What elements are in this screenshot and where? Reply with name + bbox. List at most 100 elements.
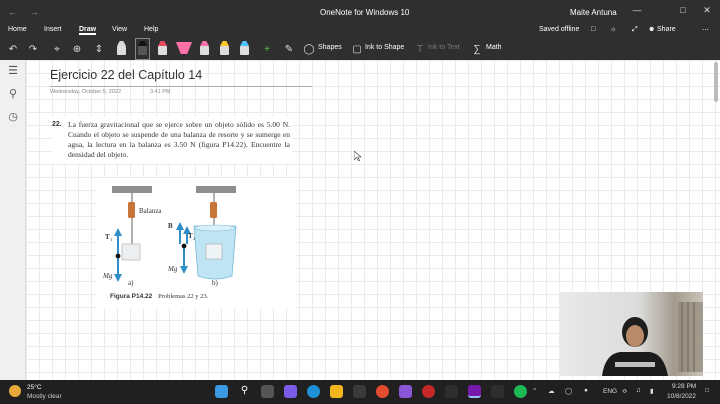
saved-status: Saved offline xyxy=(539,26,580,33)
page-title[interactable]: Ejercicio 22 del Capítulo 14 xyxy=(50,68,202,82)
block-a xyxy=(121,243,141,261)
spring-scale-a xyxy=(128,202,135,218)
tab-draw[interactable]: Draw xyxy=(79,26,97,35)
fullscreen-icon[interactable]: ⤢ xyxy=(632,26,638,34)
notification-icon[interactable]: □ xyxy=(705,387,709,394)
problem-number: 22. xyxy=(52,121,62,128)
weather-condition[interactable]: Mostly clear xyxy=(27,393,62,400)
label-b-force: B xyxy=(168,222,173,230)
chrome-icon[interactable] xyxy=(376,385,389,398)
file-explorer-icon[interactable] xyxy=(330,385,343,398)
start-icon[interactable] xyxy=(215,385,228,398)
math-icon[interactable]: ∑ xyxy=(470,42,484,56)
visual-studio-icon[interactable] xyxy=(399,385,412,398)
draw-toolbar: ↶ ↷ ⌖ ⊕ ⇕ + ✎ ◯ Shapes ▢ Ink to Shape T … xyxy=(0,38,720,60)
app-icon[interactable] xyxy=(445,385,458,398)
webcam-person-image xyxy=(602,302,703,376)
chat-icon[interactable] xyxy=(284,385,297,398)
pen-red[interactable] xyxy=(158,41,167,57)
maximize-icon[interactable]: □ xyxy=(676,5,690,19)
clock-date[interactable]: 10/8/2022 xyxy=(667,393,696,400)
minimize-icon[interactable]: — xyxy=(630,5,644,19)
lasso-select-icon[interactable]: ⌖ xyxy=(50,42,64,56)
physics-figure[interactable]: Balanza T 1 Mg a) B T 2 Mg b) Figura P14… xyxy=(96,178,296,308)
recent-notes-icon[interactable]: ◷ xyxy=(5,110,21,126)
show-hidden-icons-icon[interactable]: ⌃ xyxy=(532,387,537,395)
task-view-icon[interactable] xyxy=(261,385,274,398)
mouse-cursor-icon xyxy=(354,151,362,161)
label-mg-b: Mg xyxy=(167,265,178,273)
spotify-icon[interactable] xyxy=(514,385,527,398)
ribbon-tabs: Home Insert Draw View Help Saved offline… xyxy=(0,24,720,38)
redo-icon[interactable]: ↷ xyxy=(26,42,40,56)
forward-arrow-icon[interactable]: → xyxy=(30,7,39,17)
buoyancy-arrow xyxy=(176,222,184,230)
more-options-icon[interactable]: ⋯ xyxy=(702,26,709,34)
search-icon[interactable]: ⚲ xyxy=(238,385,251,398)
language-indicator[interactable]: ENG xyxy=(603,388,617,395)
lightbulb-icon[interactable]: ☼ xyxy=(610,26,616,33)
share-icon[interactable]: ☻ xyxy=(648,26,655,33)
title-underline xyxy=(50,86,312,87)
location-icon[interactable]: ● xyxy=(584,387,588,394)
chat-tray-icon[interactable]: ◯ xyxy=(565,387,572,395)
edge-icon[interactable] xyxy=(307,385,320,398)
battery-icon[interactable]: ▮ xyxy=(650,387,654,395)
vertical-scrollbar[interactable] xyxy=(714,62,718,102)
pen-gray[interactable] xyxy=(117,41,126,57)
label-t1-sub: 1 xyxy=(110,237,112,242)
page-time: 3:41 PM xyxy=(150,89,171,95)
search-icon[interactable]: ⚲ xyxy=(5,87,21,103)
pen-black[interactable] xyxy=(135,38,150,60)
back-arrow-icon[interactable]: ← xyxy=(8,7,17,17)
page-date: Wednesday, October 5, 2022 xyxy=(50,89,122,95)
problem-snippet[interactable]: 22. La fuerza gravitacional que se ejerc… xyxy=(52,117,292,163)
wifi-icon[interactable]: ≎ xyxy=(622,387,627,395)
clock-time[interactable]: 9:28 PM xyxy=(672,383,696,390)
ink-to-shape-button[interactable]: Ink to Shape xyxy=(365,44,404,51)
title-bar: ← → OneNote for Windows 10 Maite Antuna … xyxy=(0,0,720,24)
pen-blue[interactable] xyxy=(240,41,249,57)
close-icon[interactable]: ✕ xyxy=(700,5,714,19)
weight-arrow-b xyxy=(180,266,188,274)
tab-view[interactable]: View xyxy=(112,26,127,33)
figure-drawing: Balanza T 1 Mg a) B T 2 Mg b) xyxy=(102,186,237,287)
eraser-icon[interactable]: ⇕ xyxy=(92,42,106,56)
add-space-icon[interactable]: ⊕ xyxy=(70,42,84,56)
pen-yellow[interactable] xyxy=(220,41,229,57)
tab-insert[interactable]: Insert xyxy=(44,26,62,33)
tab-home[interactable]: Home xyxy=(8,26,27,33)
shapes-icon[interactable]: ◯ xyxy=(302,42,316,56)
label-b: b) xyxy=(212,279,219,287)
pen-pink[interactable] xyxy=(200,41,209,57)
undo-icon[interactable]: ↶ xyxy=(6,42,20,56)
label-a: a) xyxy=(128,279,134,287)
share-button[interactable]: Share xyxy=(657,26,676,33)
problem-text: La fuerza gravitacional que se ejerce so… xyxy=(68,120,290,159)
math-button[interactable]: Math xyxy=(486,44,502,51)
opera-icon[interactable] xyxy=(422,385,435,398)
shapes-button[interactable]: Shapes xyxy=(318,44,342,51)
user-name[interactable]: Maite Antuna xyxy=(570,8,617,17)
weather-icon[interactable] xyxy=(9,385,21,397)
add-pen-icon[interactable]: + xyxy=(260,42,274,56)
ruler-icon[interactable]: ✎ xyxy=(282,42,296,56)
block-b xyxy=(205,243,223,260)
spring-scale-b xyxy=(210,202,217,218)
app-title: OneNote for Windows 10 xyxy=(320,8,410,17)
highlighter-pink[interactable] xyxy=(176,42,192,54)
notebooks-icon[interactable]: ☰ xyxy=(5,64,21,80)
webcam-overlay xyxy=(560,292,703,376)
volume-icon[interactable]: ♫ xyxy=(636,387,641,394)
notifications-icon[interactable]: □ xyxy=(591,26,595,33)
label-mg-a: Mg xyxy=(102,272,113,280)
ink-to-shape-icon[interactable]: ▢ xyxy=(350,42,364,56)
figure-caption-text: Problemas 22 y 23. xyxy=(158,293,209,300)
ceiling-a xyxy=(112,186,152,193)
onedrive-icon[interactable]: ☁ xyxy=(548,387,555,395)
store-icon[interactable] xyxy=(353,385,366,398)
app-icon-2[interactable] xyxy=(491,385,504,398)
onenote-icon[interactable] xyxy=(468,385,481,398)
tab-help[interactable]: Help xyxy=(144,26,158,33)
weather-temperature[interactable]: 25°C xyxy=(27,384,42,391)
